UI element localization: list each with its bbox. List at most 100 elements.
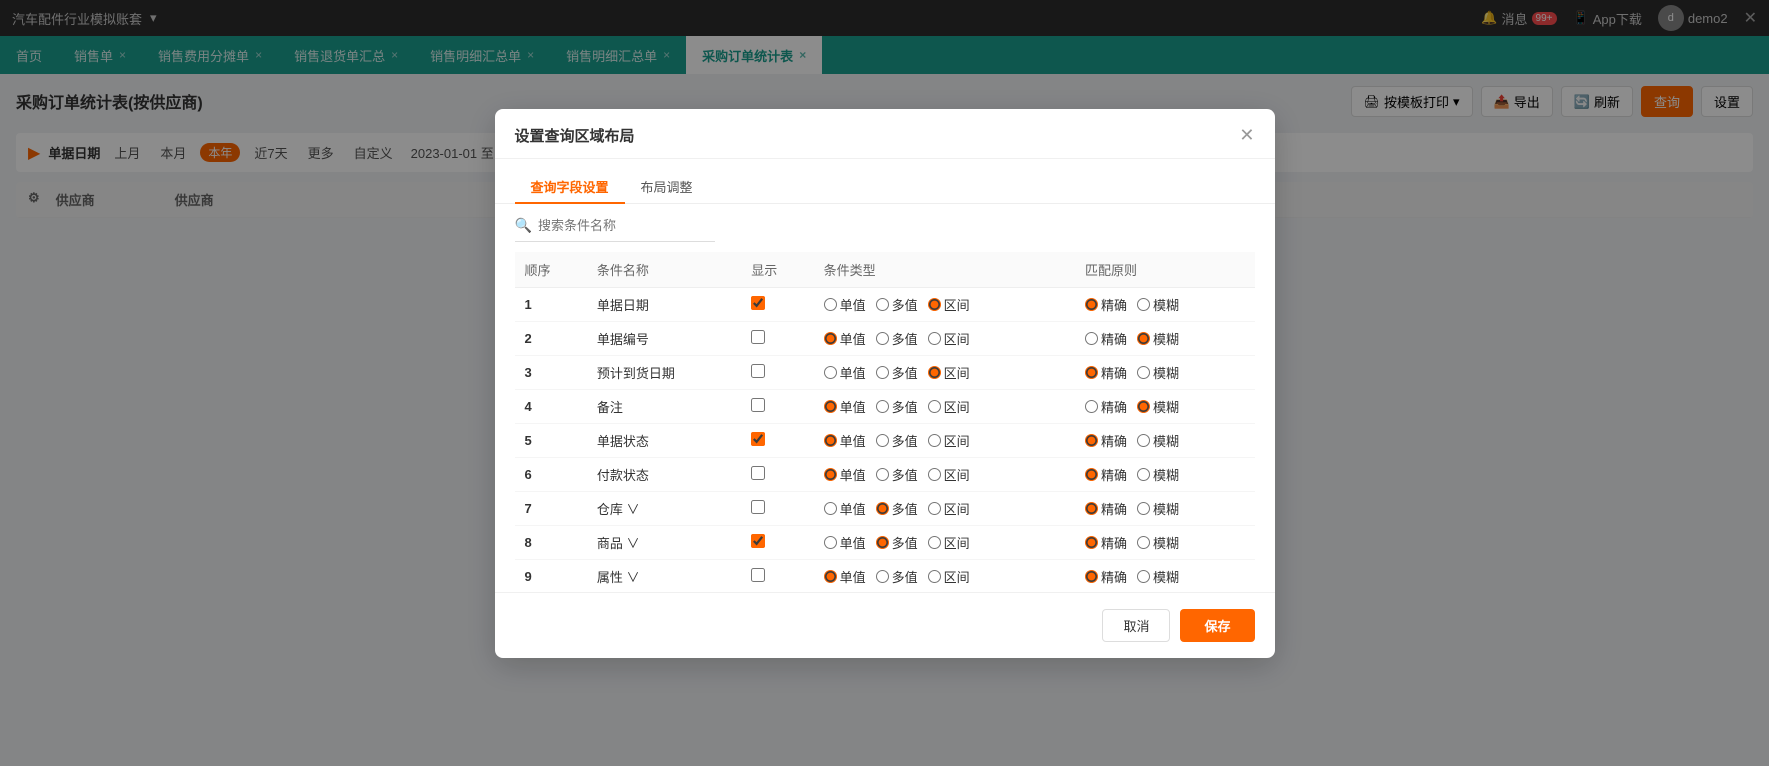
condition-row: 1单据日期单值多值区间精确模糊	[515, 287, 1255, 321]
dialog-tabs: 查询字段设置 布局调整	[495, 159, 1275, 204]
condition-order: 2	[515, 321, 587, 355]
display-checkbox[interactable]	[751, 398, 765, 412]
tab-query-fields[interactable]: 查询字段设置	[515, 171, 625, 204]
display-checkbox[interactable]	[751, 466, 765, 480]
condition-order: 5	[515, 423, 587, 457]
condition-match-cell: 精确模糊	[1075, 491, 1255, 525]
condition-match-cell: 精确模糊	[1075, 389, 1255, 423]
type-radio-item[interactable]: 单值	[824, 567, 866, 586]
cancel-btn[interactable]: 取消	[1102, 609, 1170, 642]
condition-row: 6付款状态 单值多值区间 精确模糊	[515, 457, 1255, 491]
condition-display-cell	[741, 423, 813, 457]
match-radio-item[interactable]: 精确	[1085, 567, 1127, 586]
condition-order: 7	[515, 491, 587, 525]
type-radio-item[interactable]: 区间	[928, 397, 970, 416]
condition-name: 单据状态	[587, 423, 741, 457]
type-radio-item[interactable]: 单值	[824, 295, 866, 314]
match-radio-item[interactable]: 模糊	[1137, 295, 1179, 314]
type-radio-item[interactable]: 区间	[928, 533, 970, 552]
condition-row: 8商品 ∨单值多值区间精确模糊	[515, 525, 1255, 559]
type-radio-item[interactable]: 区间	[928, 363, 970, 382]
type-radio-item[interactable]: 区间	[928, 431, 970, 450]
match-radio-item[interactable]: 精确	[1085, 295, 1127, 314]
display-checkbox[interactable]	[751, 296, 765, 310]
display-checkbox[interactable]	[751, 330, 765, 344]
type-radio-item[interactable]: 多值	[876, 567, 918, 586]
type-radio-item[interactable]: 区间	[928, 295, 970, 314]
match-radio-item[interactable]: 精确	[1085, 499, 1127, 518]
th-name: 条件名称	[587, 252, 741, 288]
display-checkbox[interactable]	[751, 568, 765, 582]
type-radio-item[interactable]: 单值	[824, 431, 866, 450]
condition-type-cell: 单值多值区间	[814, 355, 1075, 389]
tab-layout-adjust[interactable]: 布局调整	[625, 171, 709, 204]
tab-layout-adjust-label: 布局调整	[641, 180, 693, 195]
type-radio-item[interactable]: 单值	[824, 397, 866, 416]
type-radio-item[interactable]: 多值	[876, 295, 918, 314]
type-radio-item[interactable]: 多值	[876, 397, 918, 416]
condition-display-cell	[741, 355, 813, 389]
dialog-close-btn[interactable]: ✕	[1239, 126, 1254, 144]
match-radio-item[interactable]: 精确	[1085, 397, 1127, 416]
display-checkbox[interactable]	[751, 364, 765, 378]
type-radio-item[interactable]: 多值	[876, 431, 918, 450]
match-radio-item[interactable]: 精确	[1085, 533, 1127, 552]
conditions-table: 顺序 条件名称 显示 条件类型 匹配原则 1单据日期单值多值区间精确模糊2单据编…	[515, 252, 1255, 592]
condition-order: 4	[515, 389, 587, 423]
type-radio-item[interactable]: 单值	[824, 329, 866, 348]
modal-overlay: 设置查询区域布局 ✕ 查询字段设置 布局调整 🔍	[0, 0, 1769, 766]
type-radio-item[interactable]: 单值	[824, 465, 866, 484]
match-radio-item[interactable]: 模糊	[1137, 533, 1179, 552]
match-radio-item[interactable]: 模糊	[1137, 363, 1179, 382]
display-checkbox[interactable]	[751, 500, 765, 514]
match-radio-item[interactable]: 模糊	[1137, 567, 1179, 586]
condition-row: 4备注单值多值区间精确模糊	[515, 389, 1255, 423]
match-radio-item[interactable]: 精确	[1085, 431, 1127, 450]
display-checkbox[interactable]	[751, 534, 765, 548]
dialog-body: 🔍 顺序 条件名称 显示 条件类型 匹配原则	[495, 204, 1275, 592]
condition-search-input[interactable]	[532, 216, 720, 235]
condition-search-box: 🔍	[515, 216, 715, 242]
condition-name: 单据编号	[587, 321, 741, 355]
th-order: 顺序	[515, 252, 587, 288]
display-checkbox[interactable]	[751, 432, 765, 446]
match-radio-item[interactable]: 模糊	[1137, 431, 1179, 450]
type-radio-item[interactable]: 多值	[876, 499, 918, 518]
type-radio-item[interactable]: 区间	[928, 567, 970, 586]
match-radio-item[interactable]: 模糊	[1137, 397, 1179, 416]
type-radio-item[interactable]: 单值	[824, 533, 866, 552]
condition-match-cell: 精确模糊	[1075, 457, 1255, 491]
condition-order: 9	[515, 559, 587, 592]
type-radio-item[interactable]: 单值	[824, 363, 866, 382]
match-radio-item[interactable]: 模糊	[1137, 499, 1179, 518]
type-radio-item[interactable]: 单值	[824, 499, 866, 518]
match-radio-item[interactable]: 精确	[1085, 363, 1127, 382]
conditions-scroll-area[interactable]: 顺序 条件名称 显示 条件类型 匹配原则 1单据日期单值多值区间精确模糊2单据编…	[515, 252, 1255, 592]
search-icon: 🔍	[515, 217, 532, 234]
match-radio-item[interactable]: 精确	[1085, 329, 1127, 348]
condition-name: 预计到货日期	[587, 355, 741, 389]
match-radio-item[interactable]: 模糊	[1137, 465, 1179, 484]
condition-type-cell: 单值多值区间	[814, 321, 1075, 355]
condition-match-cell: 精确模糊	[1075, 321, 1255, 355]
condition-display-cell	[741, 525, 813, 559]
condition-row: 9属性 ∨单值多值区间精确模糊	[515, 559, 1255, 592]
condition-name: 付款状态	[587, 457, 741, 491]
condition-display-cell	[741, 491, 813, 525]
save-btn[interactable]: 保存	[1180, 609, 1254, 642]
type-radio-item[interactable]: 多值	[876, 465, 918, 484]
condition-order: 6	[515, 457, 587, 491]
condition-match-cell: 精确模糊	[1075, 559, 1255, 592]
match-radio-item[interactable]: 模糊	[1137, 329, 1179, 348]
dialog-header: 设置查询区域布局 ✕	[495, 109, 1275, 159]
type-radio-item[interactable]: 多值	[876, 329, 918, 348]
type-radio-item[interactable]: 区间	[928, 465, 970, 484]
condition-display-cell	[741, 287, 813, 321]
condition-type-cell: 单值多值区间	[814, 491, 1075, 525]
match-radio-item[interactable]: 精确	[1085, 465, 1127, 484]
type-radio-item[interactable]: 区间	[928, 329, 970, 348]
type-radio-item[interactable]: 多值	[876, 533, 918, 552]
condition-display-cell	[741, 559, 813, 592]
type-radio-item[interactable]: 区间	[928, 499, 970, 518]
type-radio-item[interactable]: 多值	[876, 363, 918, 382]
